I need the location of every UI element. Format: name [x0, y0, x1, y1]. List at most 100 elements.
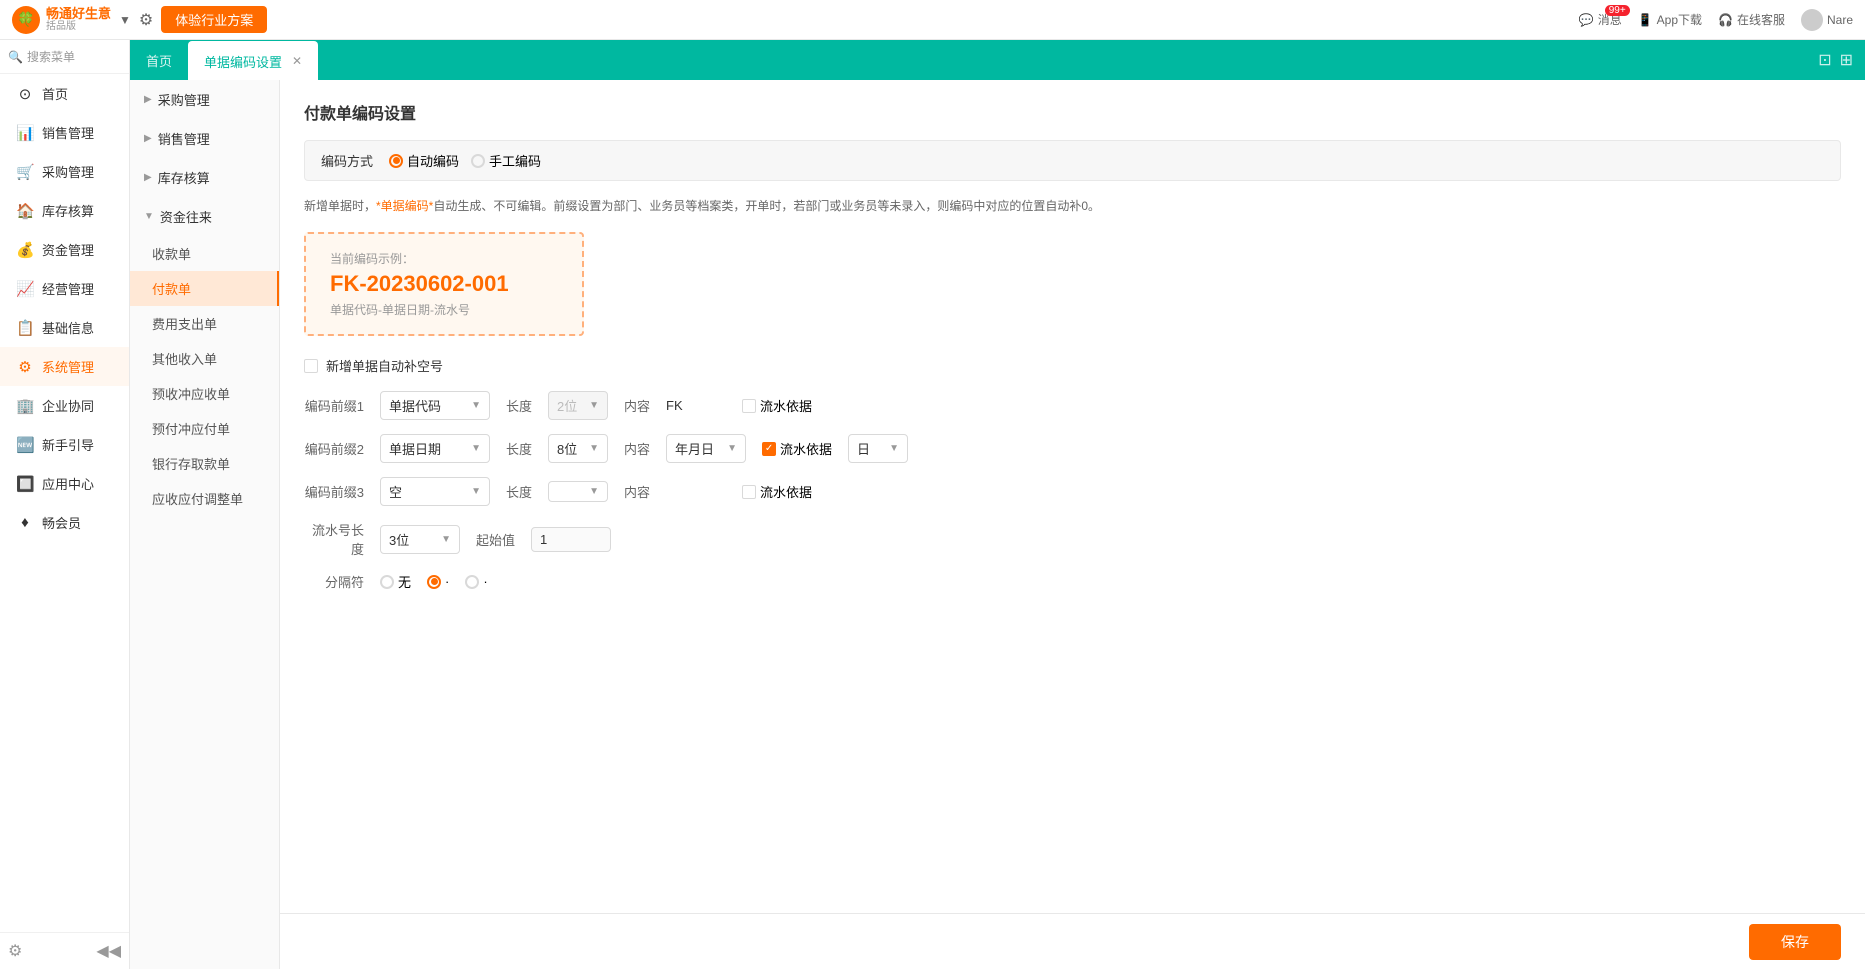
save-button[interactable]: 保存 — [1749, 924, 1841, 960]
field-row-2: 编码前缀2 单据日期 ▼ 长度 8位 ▼ 内容 — [304, 434, 1841, 463]
tab-maximize-icon[interactable]: ⊞ — [1840, 50, 1853, 70]
sep-dash-radio[interactable]: · — [465, 574, 487, 589]
tab-bar: 首页 单据编码设置 ✕ ⊡ ⊞ — [130, 40, 1865, 80]
topbar-dropdown[interactable]: ▼ — [119, 13, 131, 27]
sub-item-bank-deposit[interactable]: 银行存取款单 — [130, 446, 279, 481]
manual-encode-circle — [471, 154, 485, 168]
sidebar-item-enterprise-label: 企业协同 — [42, 396, 94, 415]
tab-home-label: 首页 — [146, 51, 172, 70]
sidebar-item-member[interactable]: ♦ 畅会员 — [0, 503, 129, 542]
tab-encode-label: 单据编码设置 — [204, 52, 282, 71]
service-item[interactable]: 🎧 在线客服 — [1718, 11, 1785, 28]
prefix1-select[interactable]: 单据代码 ▼ — [380, 391, 490, 420]
collapse-icon[interactable]: ◀◀ — [96, 941, 121, 961]
gear-icon[interactable]: ⚙ — [139, 10, 153, 30]
content1-value: FK — [666, 398, 726, 413]
liushui2-select-value: 日 — [857, 439, 870, 458]
prefix1-value: 单据代码 — [389, 396, 441, 415]
serial-value: 3位 — [389, 530, 409, 549]
serial-select[interactable]: 3位 ▼ — [380, 525, 460, 554]
liushui2-select[interactable]: 日 ▼ — [848, 434, 908, 463]
tab-home[interactable]: 首页 — [130, 40, 188, 80]
sidebar-item-system[interactable]: ⚙ 系统管理 — [0, 347, 129, 386]
sidebar-item-member-label: 畅会员 — [42, 513, 81, 532]
sidebar-item-base-label: 基础信息 — [42, 318, 94, 337]
sep-dot-radio[interactable]: · — [427, 574, 449, 589]
prefix1-arrow: ▼ — [471, 400, 481, 411]
page-footer: 保存 — [280, 913, 1865, 969]
preview-box: 当前编码示例： FK-20230602-001 单据代码-单据日期-流水号 — [304, 232, 584, 336]
content2-select[interactable]: 年月日 ▼ — [666, 434, 746, 463]
auto-complete-checkbox[interactable] — [304, 359, 318, 373]
brand: 🍀 畅通好生意 括品版 — [12, 6, 111, 34]
sidebar-item-enterprise[interactable]: 🏢 企业协同 — [0, 386, 129, 425]
search-label: 搜索菜单 — [27, 48, 75, 65]
tab-encode-setting[interactable]: 单据编码设置 ✕ — [188, 41, 318, 81]
preview-structure: 单据代码-单据日期-流水号 — [330, 301, 558, 318]
sub-item-adjust[interactable]: 应收应付调整单 — [130, 481, 279, 516]
length1-value: 2位 — [557, 396, 577, 415]
sub-group-sales: ▶ 销售管理 — [130, 119, 279, 158]
sidebar-search[interactable]: 🔍 搜索菜单 — [0, 40, 129, 74]
start-value-input[interactable] — [531, 527, 611, 552]
auto-encode-label: 自动编码 — [407, 151, 459, 170]
length2-select[interactable]: 8位 ▼ — [548, 434, 608, 463]
serial-row: 流水号长度 3位 ▼ 起始值 — [304, 520, 1841, 558]
sidebar-item-guide-label: 新手引导 — [42, 435, 94, 454]
sidebar-item-sales[interactable]: 📊 销售管理 — [0, 113, 129, 152]
length1-select[interactable]: 2位 ▼ — [548, 391, 608, 420]
settings-icon[interactable]: ⚙ — [8, 941, 22, 961]
sub-item-payment[interactable]: 付款单 — [130, 271, 279, 306]
auto-complete-row: 新增单据自动补空号 — [304, 356, 1841, 375]
sidebar-item-guide[interactable]: 🆕 新手引导 — [0, 425, 129, 464]
sub-header-finance[interactable]: ▼ 资金往来 — [130, 197, 279, 236]
sidebar-item-app-center[interactable]: 🔲 应用中心 — [0, 464, 129, 503]
sidebar-item-system-label: 系统管理 — [42, 357, 94, 376]
sep-none-radio[interactable]: 无 — [380, 572, 411, 591]
prefix1-label: 编码前缀1 — [304, 396, 364, 415]
sub-item-pre-pay[interactable]: 预付冲应付单 — [130, 411, 279, 446]
prefix2-select[interactable]: 单据日期 ▼ — [380, 434, 490, 463]
tab-close-icon[interactable]: ✕ — [292, 54, 302, 68]
sub-item-pre-collect[interactable]: 预收冲应收单 — [130, 376, 279, 411]
arrow-icon: ▶ — [144, 133, 152, 144]
separator-row: 分隔符 无 · · — [304, 572, 1841, 591]
sub-item-receipt[interactable]: 收款单 — [130, 236, 279, 271]
sub-item-expense[interactable]: 费用支出单 — [130, 306, 279, 341]
liushui3-checkbox[interactable]: 流水依据 — [742, 482, 812, 501]
field-row-3: 编码前缀3 空 ▼ 长度 ▼ 内容 — [304, 477, 1841, 506]
sidebar-item-operation[interactable]: 📈 经营管理 — [0, 269, 129, 308]
length3-select[interactable]: ▼ — [548, 481, 608, 502]
sub-header-purchase[interactable]: ▶ 采购管理 — [130, 80, 279, 119]
sub-header-sales-label: 销售管理 — [158, 129, 210, 148]
message-icon: 💬 — [1579, 13, 1594, 27]
liushui2-checkbox[interactable]: ✓ 流水依据 — [762, 439, 832, 458]
message-item[interactable]: 💬 消息 99+ — [1579, 11, 1622, 28]
sidebar-item-base[interactable]: 📋 基础信息 — [0, 308, 129, 347]
prefix2-value: 单据日期 — [389, 439, 441, 458]
user-item[interactable]: Nare — [1801, 9, 1853, 31]
sidebar-item-finance[interactable]: 💰 资金管理 — [0, 230, 129, 269]
base-icon: 📋 — [16, 319, 34, 337]
auto-encode-radio[interactable]: 自动编码 — [389, 151, 459, 170]
liushui1-checkbox[interactable]: 流水依据 — [742, 396, 812, 415]
content2-arrow: ▼ — [727, 443, 737, 454]
app-download-item[interactable]: 📱 App下载 — [1638, 11, 1702, 28]
member-icon: ♦ — [16, 514, 34, 531]
prefix2-arrow: ▼ — [471, 443, 481, 454]
sidebar-item-home[interactable]: ⊙ 首页 — [0, 74, 129, 113]
sidebar-item-inventory[interactable]: 🏠 库存核算 — [0, 191, 129, 230]
prefix3-select[interactable]: 空 ▼ — [380, 477, 490, 506]
sales-icon: 📊 — [16, 124, 34, 142]
sub-header-inventory[interactable]: ▶ 库存核算 — [130, 158, 279, 197]
sub-item-other-income[interactable]: 其他收入单 — [130, 341, 279, 376]
sidebar-item-purchase[interactable]: 🛒 采购管理 — [0, 152, 129, 191]
tab-bar-right: ⊡ ⊞ — [1818, 50, 1865, 70]
manual-encode-radio[interactable]: 手工编码 — [471, 151, 541, 170]
topbar-right: 💬 消息 99+ 📱 App下载 🎧 在线客服 Nare — [1579, 9, 1853, 31]
separator-label: 分隔符 — [304, 572, 364, 591]
trial-button[interactable]: 体验行业方案 — [161, 6, 267, 33]
guide-icon: 🆕 — [16, 436, 34, 454]
tab-minimize-icon[interactable]: ⊡ — [1818, 50, 1831, 70]
sub-header-sales[interactable]: ▶ 销售管理 — [130, 119, 279, 158]
